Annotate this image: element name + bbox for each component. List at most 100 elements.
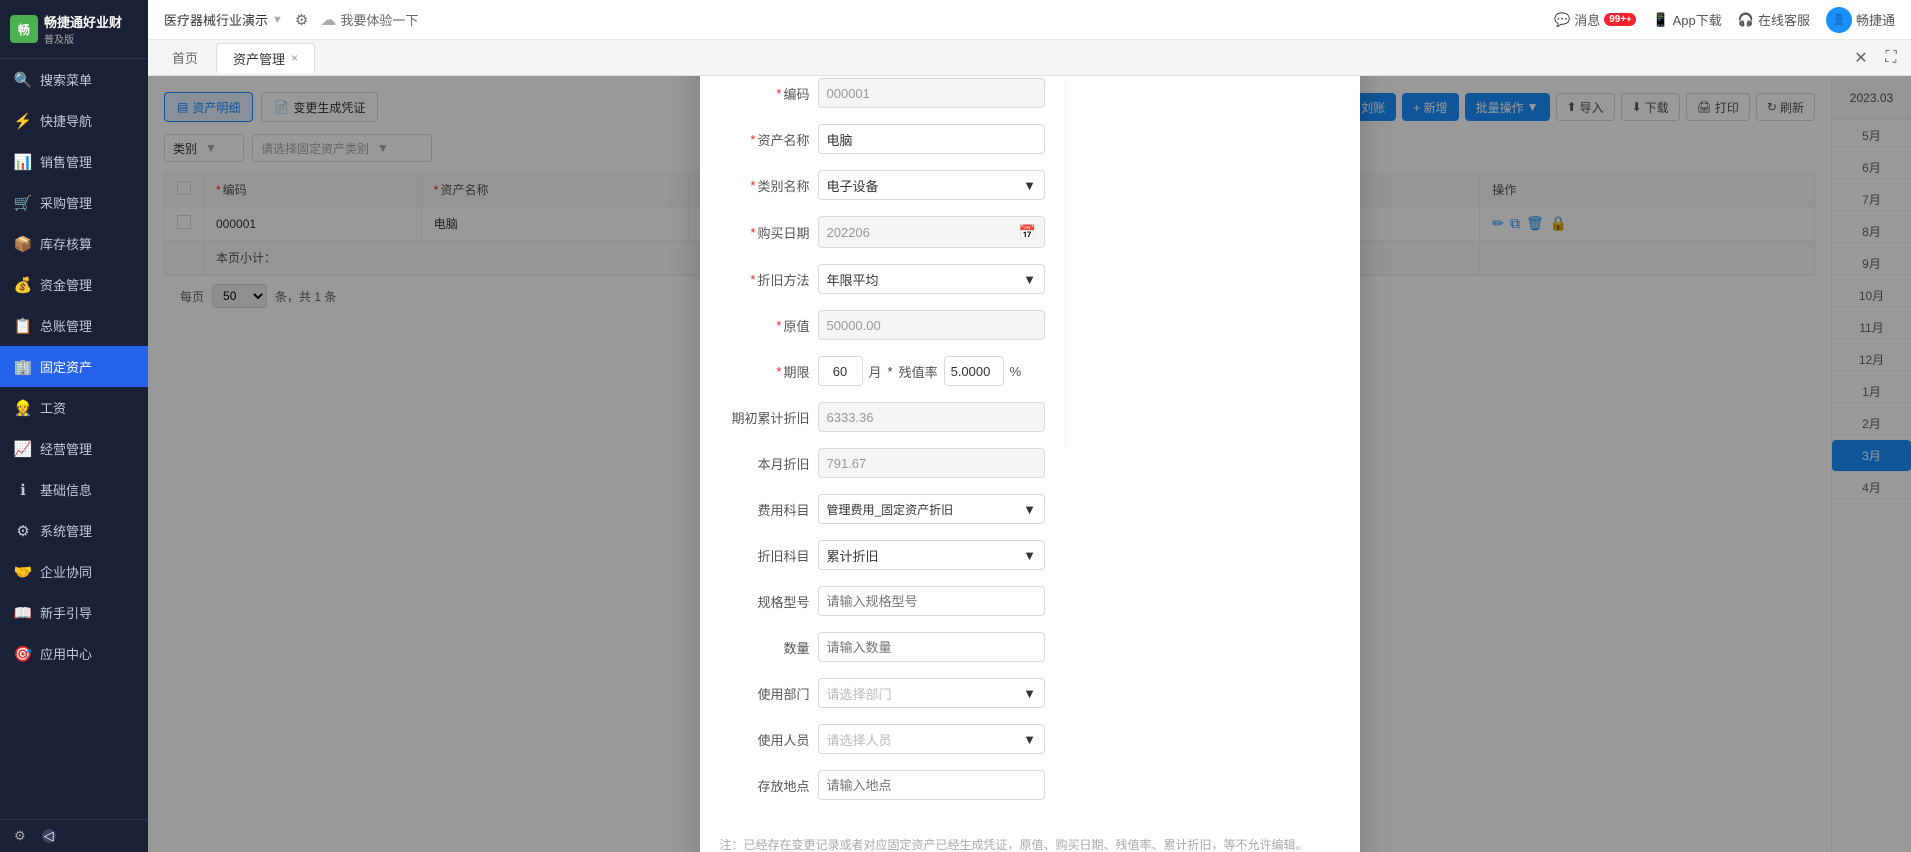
- sidebar-label-10: 基础信息: [40, 480, 92, 499]
- user-avatar-btn[interactable]: 👤 畅捷通: [1826, 7, 1895, 33]
- sidebar-item-总账管理[interactable]: 📋 总账管理: [0, 305, 148, 346]
- modal-note: 注：已经存在变更记录或者对应固定资产已经生成凭证，原值、购买日期、残值率、累计折…: [700, 836, 1360, 852]
- category-select[interactable]: 电子设备 ▼: [818, 170, 1045, 200]
- online-service-btn[interactable]: 🎧 在线客服: [1738, 10, 1810, 29]
- purchase-date-input[interactable]: [819, 217, 1011, 247]
- topbar-right: 💬 消息 99++ 📱 App下载 🎧 在线客服 👤 畅捷通: [1554, 7, 1895, 33]
- tab-asset-close-icon[interactable]: ×: [291, 51, 298, 65]
- category-select-icon: ▼: [1023, 178, 1036, 193]
- sidebar-item-库存核算[interactable]: 📦 库存核算: [0, 223, 148, 264]
- cloud-icon: ☁: [320, 10, 336, 30]
- sidebar-item-快捷导航[interactable]: ⚡ 快捷导航: [0, 100, 148, 141]
- spec-input[interactable]: [818, 586, 1045, 616]
- sidebar-item-采购管理[interactable]: 🛒 采购管理: [0, 182, 148, 223]
- original-value-input[interactable]: [818, 310, 1045, 340]
- sidebar-icon-9: 📈: [14, 440, 32, 458]
- form-row-purchase-date: *购买日期 📅: [730, 216, 1045, 248]
- residual-rate-input[interactable]: [944, 356, 1004, 386]
- sidebar-icon-7: 🏢: [14, 358, 32, 376]
- form-row-original-value: *原值: [730, 310, 1045, 340]
- modal-overlay: 编辑固定资产 × *编码: [148, 76, 1911, 852]
- sidebar-label-12: 企业协同: [40, 562, 92, 581]
- sidebar-collapse-btn[interactable]: ◁: [42, 829, 56, 843]
- form-row-expense-account: 费用科目 管理费用_固定资产折旧 ▼: [730, 494, 1045, 524]
- tab-right-buttons: ✕ ⛶: [1849, 46, 1903, 70]
- app-edition: 普及版: [44, 31, 122, 46]
- sidebar-item-企业协同[interactable]: 🤝 企业协同: [0, 551, 148, 592]
- topbar: 医疗器械行业演示 ▼ ⚙ ☁ 我要体验一下 💬 消息 99++ 📱 App下载: [148, 0, 1911, 40]
- sidebar-item-系统管理[interactable]: ⚙ 系统管理: [0, 510, 148, 551]
- form-col-right: 本月折旧 费用科目 管理费用_固定资产折旧 ▼: [720, 448, 1055, 816]
- sidebar-label-9: 经营管理: [40, 439, 92, 458]
- user-placeholder: 请选择人员: [827, 730, 892, 749]
- dep-account-select[interactable]: 累计折旧 ▼: [818, 540, 1045, 570]
- message-btn[interactable]: 💬 消息 99++: [1554, 10, 1636, 29]
- topbar-feedback[interactable]: ☁ 我要体验一下: [320, 10, 418, 30]
- form-row-quantity: 数量: [730, 632, 1045, 662]
- monthly-dep-label: 本月折旧: [730, 454, 810, 473]
- sidebar-bottom: ⚙ ◁: [0, 819, 148, 852]
- sidebar-icon-8: 👷: [14, 399, 32, 417]
- tab-home[interactable]: 首页: [156, 43, 214, 73]
- dep-account-value: 累计折旧: [827, 546, 879, 565]
- message-badge: 99++: [1604, 13, 1636, 26]
- sidebar-item-资金管理[interactable]: 💰 资金管理: [0, 264, 148, 305]
- sidebar-icon-3: 🛒: [14, 194, 32, 212]
- sidebar-icon-10: ℹ: [14, 481, 32, 499]
- sidebar-header: 畅 畅捷通好业财 普及版: [0, 0, 148, 59]
- purchase-date-input-wrap[interactable]: 📅: [818, 216, 1045, 248]
- sidebar-item-基础信息[interactable]: ℹ 基础信息: [0, 469, 148, 510]
- tabbar: 首页 资产管理 × ✕ ⛶: [148, 40, 1911, 76]
- method-select[interactable]: 年限平均 ▼: [818, 264, 1045, 294]
- sidebar-item-工资[interactable]: 👷 工资: [0, 387, 148, 428]
- settings-bottom-icon[interactable]: ⚙: [14, 828, 26, 844]
- tab-asset-label: 资产管理: [233, 49, 285, 68]
- tab-window-close-btn[interactable]: ✕: [1849, 46, 1873, 70]
- form-row-initial-accumulated: 期初累计折旧: [730, 402, 1045, 432]
- user-select-icon: ▼: [1023, 732, 1036, 747]
- industry-dropdown-icon: ▼: [272, 14, 283, 26]
- form-row-category: *类别名称 电子设备 ▼: [730, 170, 1045, 200]
- form-row-method: *折旧方法 年限平均 ▼: [730, 264, 1045, 294]
- initial-accumulated-label: 期初累计折旧: [730, 408, 810, 427]
- sidebar-icon-4: 📦: [14, 235, 32, 253]
- user-select[interactable]: 请选择人员 ▼: [818, 724, 1045, 754]
- industry-label: 医疗器械行业演示: [164, 10, 268, 29]
- department-select[interactable]: 请选择部门 ▼: [818, 678, 1045, 708]
- tab-expand-btn[interactable]: ⛶: [1879, 46, 1903, 70]
- topbar-settings-icon[interactable]: ⚙: [295, 11, 308, 29]
- sidebar-icon-1: ⚡: [14, 112, 32, 130]
- residual-rate-label: 残值率: [899, 362, 938, 381]
- app-download-btn[interactable]: 📱 App下载: [1652, 10, 1721, 29]
- tab-home-label: 首页: [172, 48, 198, 67]
- quantity-input[interactable]: [818, 632, 1045, 662]
- sidebar-icon-5: 💰: [14, 276, 32, 294]
- sidebar-item-搜索菜单[interactable]: 🔍 搜索菜单: [0, 59, 148, 100]
- sidebar-label-14: 应用中心: [40, 644, 92, 663]
- sidebar-item-经营管理[interactable]: 📈 经营管理: [0, 428, 148, 469]
- sidebar-item-销售管理[interactable]: 📊 销售管理: [0, 141, 148, 182]
- initial-accumulated-input[interactable]: [818, 402, 1045, 432]
- sidebar-item-新手引导[interactable]: 📖 新手引导: [0, 592, 148, 633]
- sidebar-item-固定资产[interactable]: 🏢 固定资产: [0, 346, 148, 387]
- period-input[interactable]: [818, 356, 863, 386]
- sidebar-item-应用中心[interactable]: 🎯 应用中心: [0, 633, 148, 674]
- expense-account-select[interactable]: 管理费用_固定资产折旧 ▼: [818, 494, 1045, 524]
- location-input[interactable]: [818, 770, 1045, 800]
- monthly-dep-input: [818, 448, 1045, 478]
- asset-name-input[interactable]: [818, 124, 1045, 154]
- code-input[interactable]: [818, 78, 1045, 108]
- period-group: 月 * 残值率 %: [818, 356, 1045, 386]
- form-row-dep-account: 折旧科目 累计折旧 ▼: [730, 540, 1045, 570]
- dep-account-label: 折旧科目: [730, 546, 810, 565]
- topbar-industry[interactable]: 医疗器械行业演示 ▼: [164, 10, 283, 29]
- sidebar-label-6: 总账管理: [40, 316, 92, 335]
- tab-asset-management[interactable]: 资产管理 ×: [216, 43, 315, 73]
- edit-asset-modal: 编辑固定资产 × *编码: [700, 76, 1360, 852]
- expense-account-icon: ▼: [1023, 502, 1036, 517]
- sidebar-label-3: 采购管理: [40, 193, 92, 212]
- form-row-department: 使用部门 请选择部门 ▼: [730, 678, 1045, 708]
- sidebar-icon-12: 🤝: [14, 563, 32, 581]
- form-divider: [1065, 78, 1066, 448]
- spec-label: 规格型号: [730, 592, 810, 611]
